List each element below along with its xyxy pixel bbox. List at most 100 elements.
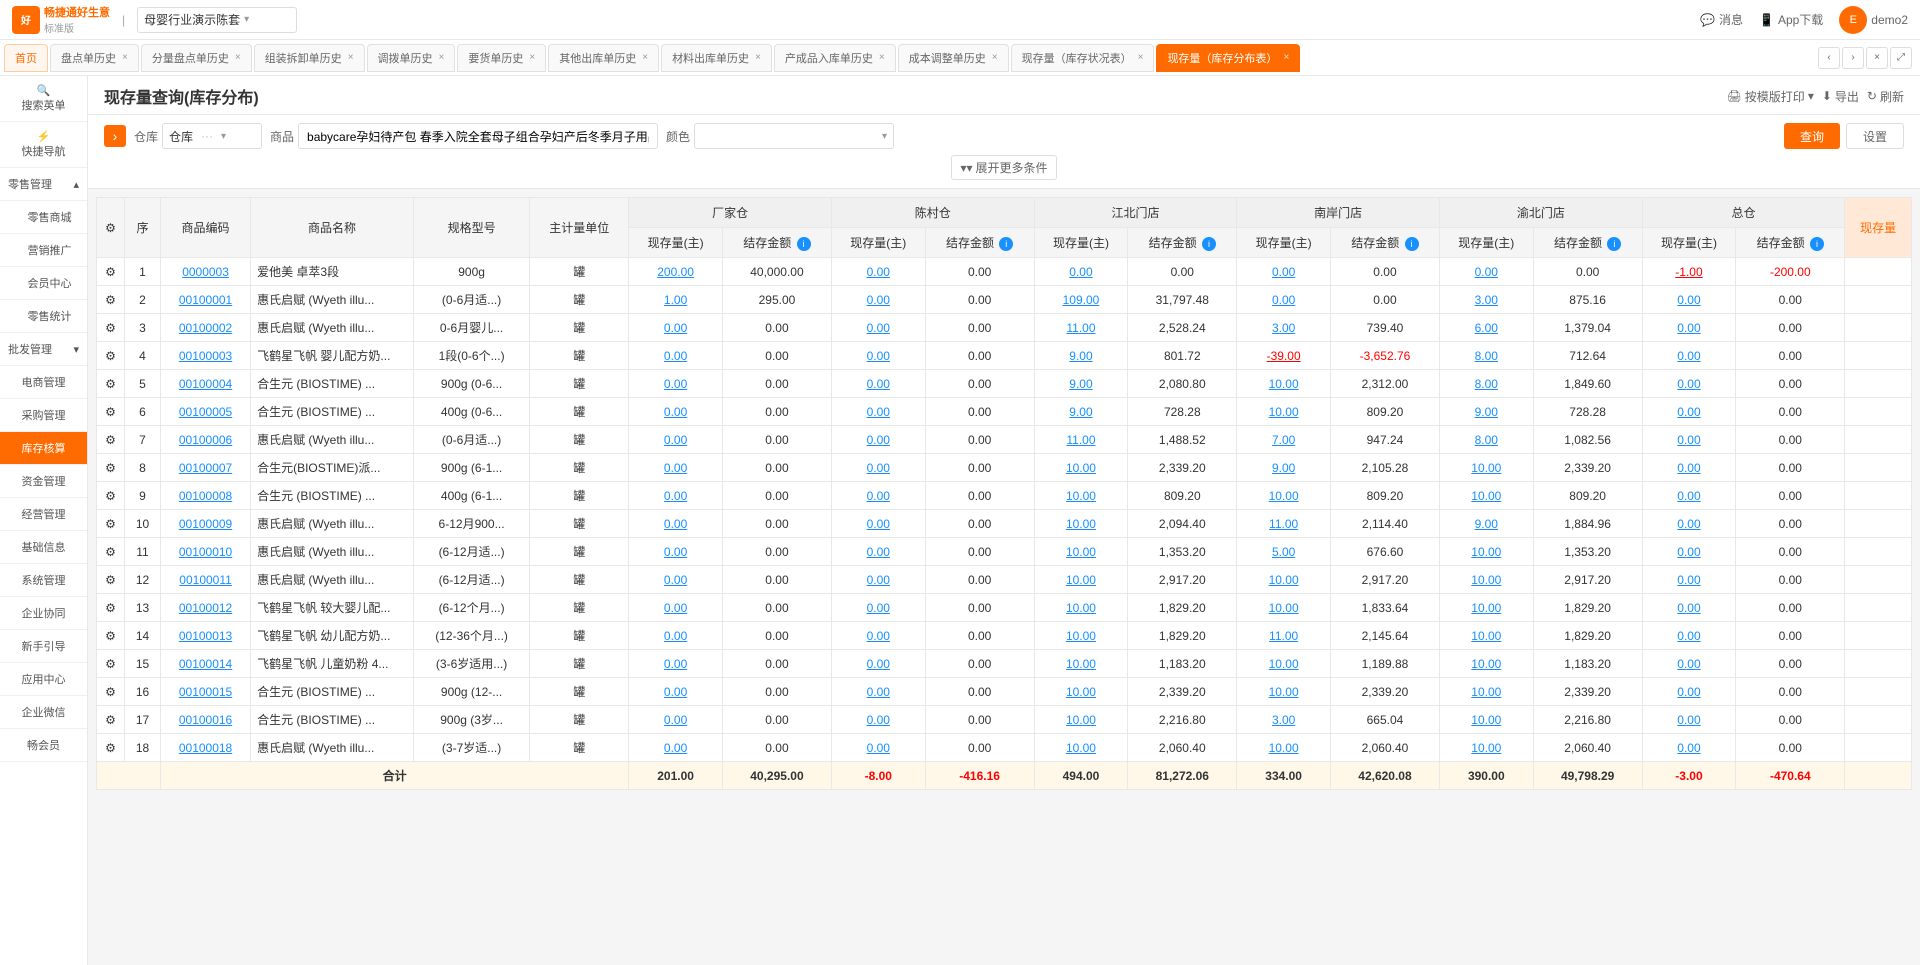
row-cl-cur[interactable]: 0.00 [831, 482, 925, 510]
info-icon[interactable]: i [797, 237, 811, 251]
close-icon[interactable]: × [235, 52, 241, 63]
row-cl-cur[interactable]: 0.00 [831, 258, 925, 286]
row-gear[interactable]: ⚙ [97, 510, 125, 538]
row-yb-cur[interactable]: 9.00 [1439, 398, 1533, 426]
row-gear[interactable]: ⚙ [97, 370, 125, 398]
tab-stock10[interactable]: 现存量（库存状况表） × [1011, 44, 1155, 72]
row-na-cur[interactable]: 3.00 [1237, 706, 1331, 734]
row-na-cur[interactable]: 10.00 [1237, 678, 1331, 706]
row-fj-cur[interactable]: 0.00 [629, 314, 723, 342]
row-fj-cur[interactable]: 0.00 [629, 482, 723, 510]
row-na-cur[interactable]: 10.00 [1237, 398, 1331, 426]
row-gear[interactable]: ⚙ [97, 258, 125, 286]
expand-arrow-button[interactable]: › [104, 125, 126, 147]
row-cl-cur[interactable]: 0.00 [831, 370, 925, 398]
row-na-cur[interactable]: 3.00 [1237, 314, 1331, 342]
sidebar-item-retail[interactable]: 零售管理 ▴ [0, 168, 87, 201]
row-na-cur[interactable]: 10.00 [1237, 734, 1331, 762]
row-gear[interactable]: ⚙ [97, 734, 125, 762]
row-gear[interactable]: ⚙ [97, 706, 125, 734]
row-jb-cur[interactable]: 10.00 [1034, 510, 1128, 538]
row-tot-cur[interactable]: 0.00 [1642, 314, 1736, 342]
sidebar-item-member[interactable]: 会员中心 [0, 267, 87, 300]
row-jb-cur[interactable]: 11.00 [1034, 314, 1128, 342]
row-fj-cur[interactable]: 200.00 [629, 258, 723, 286]
sidebar-item-basic[interactable]: 基础信息 [0, 531, 87, 564]
row-tot-cur[interactable]: 0.00 [1642, 706, 1736, 734]
row-fj-cur[interactable]: 0.00 [629, 734, 723, 762]
sidebar-item-stat[interactable]: 零售统计 [0, 300, 87, 333]
export-button[interactable]: ⬇ 导出 [1822, 88, 1859, 105]
row-na-cur[interactable]: 10.00 [1237, 566, 1331, 594]
sidebar-item-wholesale[interactable]: 批发管理 ▾ [0, 333, 87, 366]
row-tot-cur[interactable]: 0.00 [1642, 566, 1736, 594]
tab-stock9[interactable]: 成本调整单历史 × [898, 44, 1009, 72]
row-cl-cur[interactable]: 0.00 [831, 342, 925, 370]
tab-stock1[interactable]: 盘点单历史 × [50, 44, 139, 72]
row-na-cur[interactable]: 10.00 [1237, 370, 1331, 398]
close-icon[interactable]: × [992, 52, 998, 63]
sidebar-item-guide[interactable]: 新手引导 [0, 630, 87, 663]
row-na-cur[interactable]: 0.00 [1237, 286, 1331, 314]
row-yb-cur[interactable]: 10.00 [1439, 734, 1533, 762]
row-cl-cur[interactable]: 0.00 [831, 314, 925, 342]
row-yb-cur[interactable]: 6.00 [1439, 314, 1533, 342]
row-gear[interactable]: ⚙ [97, 314, 125, 342]
row-jb-cur[interactable]: 10.00 [1034, 594, 1128, 622]
row-fj-cur[interactable]: 0.00 [629, 706, 723, 734]
query-button[interactable]: 查询 [1784, 123, 1840, 149]
row-jb-cur[interactable]: 10.00 [1034, 454, 1128, 482]
tab-next-button[interactable]: › [1842, 47, 1864, 69]
setting-button[interactable]: 设置 [1846, 123, 1904, 149]
product-input[interactable] [298, 123, 658, 149]
row-gear[interactable]: ⚙ [97, 426, 125, 454]
sidebar-item-search[interactable]: 🔍 搜索英单 [0, 76, 87, 122]
row-na-cur[interactable]: 0.00 [1237, 258, 1331, 286]
tab-stock3[interactable]: 组装拆卸单历史 × [254, 44, 365, 72]
close-icon[interactable]: × [1138, 52, 1144, 63]
tab-prev-button[interactable]: ‹ [1818, 47, 1840, 69]
row-fj-cur[interactable]: 0.00 [629, 342, 723, 370]
row-gear[interactable]: ⚙ [97, 594, 125, 622]
row-cl-cur[interactable]: 0.00 [831, 622, 925, 650]
tab-stock8[interactable]: 产成品入库单历史 × [774, 44, 896, 72]
row-na-cur[interactable]: 10.00 [1237, 594, 1331, 622]
sidebar-item-corpwx[interactable]: 企业微信 [0, 696, 87, 729]
row-fj-cur[interactable]: 0.00 [629, 678, 723, 706]
row-yb-cur[interactable]: 10.00 [1439, 622, 1533, 650]
close-icon[interactable]: × [1283, 52, 1289, 63]
row-tot-cur[interactable]: 0.00 [1642, 426, 1736, 454]
row-gear[interactable]: ⚙ [97, 342, 125, 370]
row-na-cur[interactable]: -39.00 [1237, 342, 1331, 370]
row-na-cur[interactable]: 11.00 [1237, 510, 1331, 538]
tab-stock11[interactable]: 现存量（库存分布表） × [1156, 44, 1300, 72]
row-yb-cur[interactable]: 8.00 [1439, 426, 1533, 454]
row-jb-cur[interactable]: 10.00 [1034, 622, 1128, 650]
row-yb-cur[interactable]: 10.00 [1439, 566, 1533, 594]
info-icon[interactable]: i [1810, 237, 1824, 251]
row-cl-cur[interactable]: 0.00 [831, 566, 925, 594]
row-cl-cur[interactable]: 0.00 [831, 734, 925, 762]
row-gear[interactable]: ⚙ [97, 538, 125, 566]
sidebar-item-retail-store[interactable]: 零售商城 [0, 201, 87, 234]
close-icon[interactable]: × [642, 52, 648, 63]
row-jb-cur[interactable]: 10.00 [1034, 678, 1128, 706]
row-cl-cur[interactable]: 0.00 [831, 398, 925, 426]
row-jb-cur[interactable]: 9.00 [1034, 342, 1128, 370]
row-gear[interactable]: ⚙ [97, 566, 125, 594]
row-tot-cur[interactable]: 0.00 [1642, 342, 1736, 370]
tab-stock6[interactable]: 其他出库单历史 × [548, 44, 659, 72]
close-icon[interactable]: × [879, 52, 885, 63]
row-fj-cur[interactable]: 0.00 [629, 510, 723, 538]
row-jb-cur[interactable]: 0.00 [1034, 258, 1128, 286]
close-icon[interactable]: × [439, 52, 445, 63]
row-jb-cur[interactable]: 10.00 [1034, 566, 1128, 594]
row-fj-cur[interactable]: 0.00 [629, 370, 723, 398]
row-tot-cur[interactable]: 0.00 [1642, 678, 1736, 706]
row-yb-cur[interactable]: 8.00 [1439, 370, 1533, 398]
row-cl-cur[interactable]: 0.00 [831, 538, 925, 566]
warehouse-selector[interactable]: 仓库 ··· ▾ [162, 123, 262, 149]
user-menu[interactable]: E demo2 [1839, 6, 1908, 34]
row-yb-cur[interactable]: 10.00 [1439, 538, 1533, 566]
row-tot-cur[interactable]: 0.00 [1642, 650, 1736, 678]
